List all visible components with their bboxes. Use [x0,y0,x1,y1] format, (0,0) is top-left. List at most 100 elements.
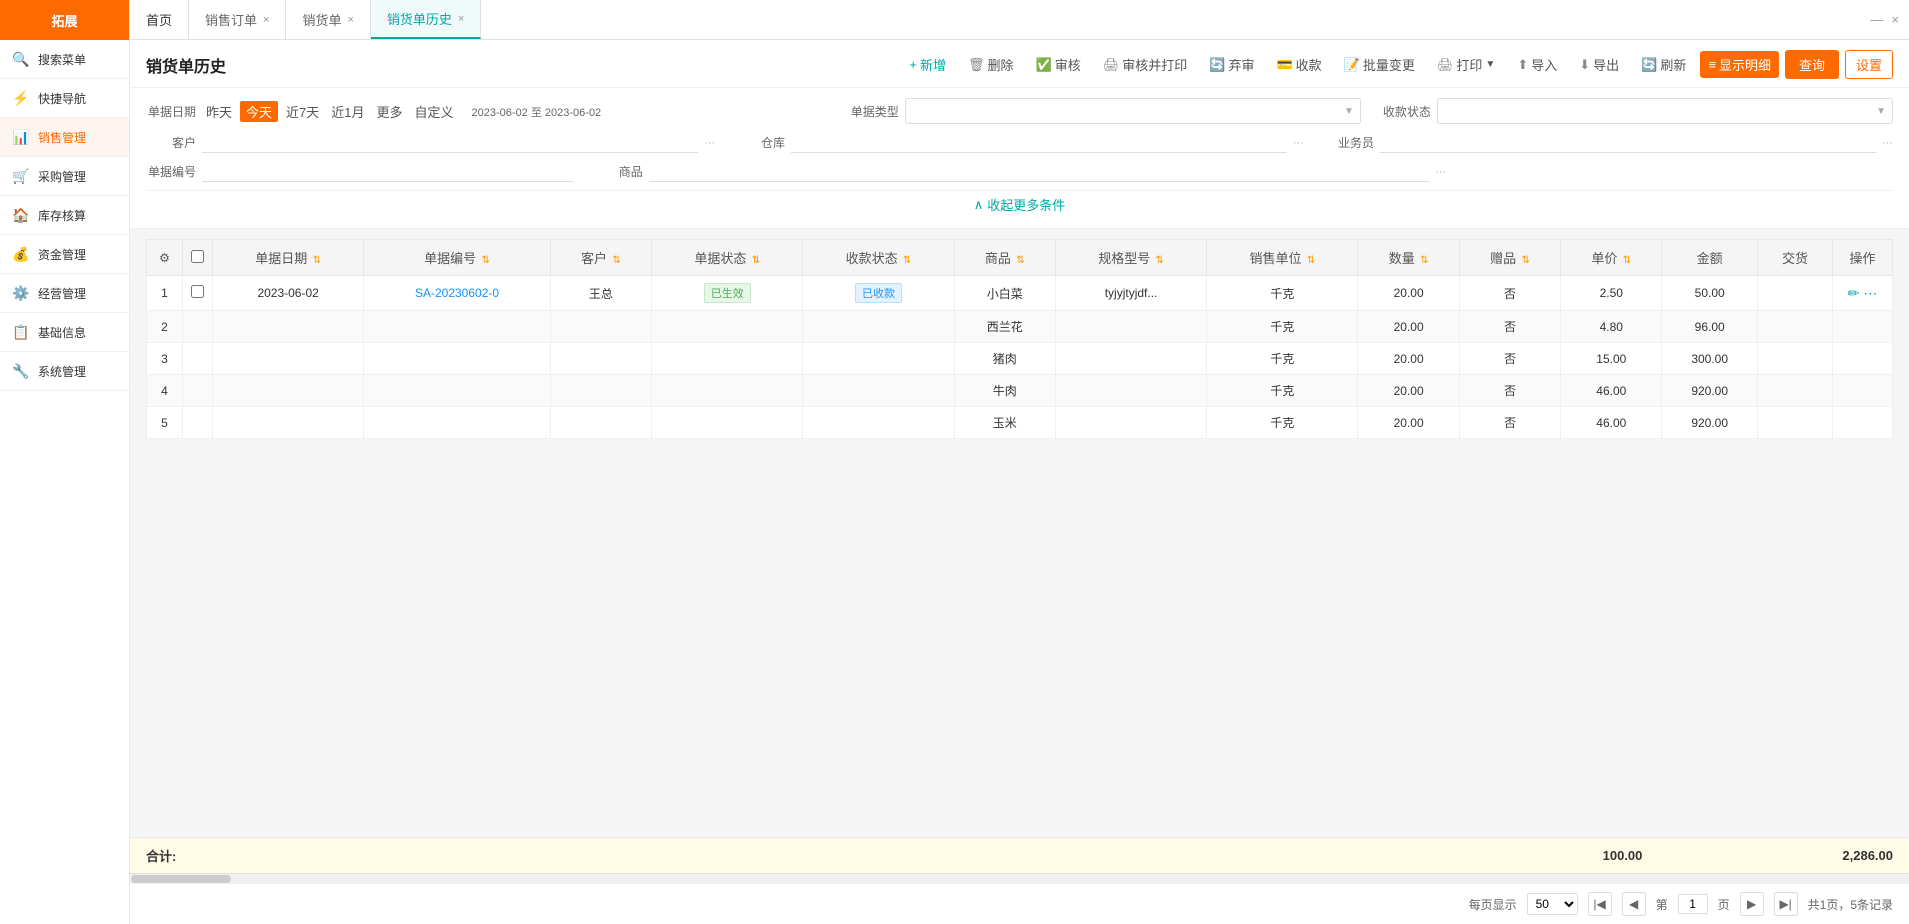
first-page-button[interactable]: |◀ [1588,892,1612,916]
week-shortcut[interactable]: 近7天 [282,101,323,122]
row-select-checkbox[interactable] [191,285,204,298]
filter-row-1: 单据日期 昨天 今天 近7天 近1月 更多 自定义 2023-06-02 至 2… [146,98,1893,124]
row-checkbox-1[interactable] [183,276,213,311]
customer-more-icon[interactable]: ··· [704,137,715,149]
approve-button[interactable]: ✅ 审核 [1028,51,1089,78]
doc-number-input[interactable] [202,161,573,182]
action-col-header: 操作 [1833,240,1893,276]
select-all-checkbox[interactable] [191,250,204,263]
row-checkbox-2 [183,311,213,343]
custom-shortcut[interactable]: 自定义 [411,101,458,122]
row-product-2: 西兰花 [954,311,1055,343]
tab-sales-delivery-close[interactable]: × [347,14,353,26]
query-button[interactable]: 查询 [1785,50,1839,79]
import-button[interactable]: ⬆ 导入 [1509,51,1565,78]
row-index-3: 3 [147,343,183,375]
warehouse-input[interactable] [791,132,1287,153]
page-number-input[interactable] [1678,894,1708,914]
tab-sales-order[interactable]: 销售订单 × [189,0,286,39]
next-page-button[interactable]: ▶ [1740,892,1764,916]
month-shortcut[interactable]: 近1月 [327,101,368,122]
sidebar-item-purchase-mgmt[interactable]: 🛒 采购管理 [0,157,129,196]
spec-type-col-header[interactable]: 规格型号 ⇅ [1055,240,1206,276]
sidebar-item-sales-mgmt[interactable]: 📊 销售管理 [0,118,129,157]
export-button[interactable]: ⬇ 导出 [1571,51,1627,78]
scroll-thumb[interactable] [131,875,231,883]
quantity-sort-icon: ⇅ [1420,255,1428,266]
close-window-button[interactable]: × [1891,12,1899,27]
sidebar-item-ops-mgmt[interactable]: ⚙️ 经营管理 [0,274,129,313]
doc-status-col-header[interactable]: 单据状态 ⇅ [652,240,803,276]
collapse-button[interactable]: ∧ 收起更多条件 [146,190,1893,218]
sidebar-item-finance-mgmt[interactable]: 💰 资金管理 [0,235,129,274]
row-doc-number-2 [364,311,550,343]
print-button[interactable]: 🖨 打印 ▼ [1429,51,1503,78]
approve-print-button[interactable]: 🖨 审核并打印 [1095,51,1196,78]
salesperson-input[interactable] [1380,132,1876,153]
date-range-text: 2023-06-02 至 2023-06-02 [472,104,602,120]
salesperson-more-icon[interactable]: ··· [1882,137,1893,149]
settings-button[interactable]: 设置 [1845,50,1893,79]
sidebar-item-quick-nav[interactable]: ⚡ 快捷导航 [0,79,129,118]
payment-status-col-header[interactable]: 收款状态 ⇅ [803,240,954,276]
more-shortcut[interactable]: 更多 [373,101,407,122]
yesterday-shortcut[interactable]: 昨天 [202,101,236,122]
tab-sales-history-close[interactable]: × [458,13,464,25]
doc-date-col-header[interactable]: 单据日期 ⇅ [213,240,364,276]
edit-icon[interactable]: ✏ [1848,285,1860,302]
per-page-select[interactable]: 50 100 200 [1527,893,1578,915]
doc-number-col-header[interactable]: 单据编号 ⇅ [364,240,550,276]
sales-unit-col-label: 销售单位 [1249,251,1301,266]
product-more-icon[interactable]: ··· [1435,166,1446,178]
customer-col-header[interactable]: 客户 ⇅ [550,240,651,276]
prev-page-button[interactable]: ◀ [1622,892,1646,916]
amount-col-label: 金额 [1697,251,1723,266]
transaction-col-header: 交货 [1757,240,1832,276]
sales-unit-col-header[interactable]: 销售单位 ⇅ [1207,240,1358,276]
sidebar-item-label: 采购管理 [38,168,86,185]
collect-button[interactable]: 💳 收款 [1268,51,1329,78]
row-quantity-2: 20.00 [1358,311,1459,343]
sidebar-item-label: 库存核算 [38,207,86,224]
customer-input[interactable] [202,132,698,153]
gift-col-header[interactable]: 赠品 ⇅ [1459,240,1560,276]
product-col-header[interactable]: 商品 ⇅ [954,240,1055,276]
settings-col-header[interactable]: ⚙ [147,240,183,276]
unit-price-col-header[interactable]: 单价 ⇅ [1561,240,1662,276]
batch-change-button[interactable]: 📝 批量变更 [1336,51,1423,78]
minimize-button[interactable]: — [1870,12,1883,27]
row-doc-number-1[interactable]: SA-20230602-0 [364,276,550,311]
row-checkbox-3 [183,343,213,375]
doc-type-select[interactable]: ▼ [905,98,1361,124]
sidebar-item-system-mgmt[interactable]: 🔧 系统管理 [0,352,129,391]
doc-type-dropdown-icon: ▼ [1344,106,1354,117]
today-shortcut[interactable]: 今天 [240,101,278,122]
sidebar-item-search-menu[interactable]: 🔍 搜索菜单 [0,40,129,79]
tab-sales-history[interactable]: 销货单历史 × [371,0,481,39]
more-icon[interactable]: ⋯ [1863,285,1877,302]
show-detail-button[interactable]: ≡ 显示明细 [1700,51,1779,78]
refresh-button[interactable]: 🔄 刷新 [1633,51,1694,78]
payment-status-select[interactable]: ▼ [1437,98,1893,124]
row-sales-unit-4: 千克 [1207,375,1358,407]
product-input[interactable] [649,161,1430,182]
table-area: ⚙ 单据日期 ⇅ 单据编号 ⇅ 客户 [130,229,1909,837]
abandon-button[interactable]: 🔄 弃审 [1201,51,1262,78]
tab-sales-order-close[interactable]: × [263,14,269,26]
approve-print-icon: 🖨 [1103,57,1120,73]
horizontal-scrollbar[interactable] [130,873,1909,883]
last-page-button[interactable]: ▶| [1774,892,1798,916]
warehouse-more-icon[interactable]: ··· [1293,137,1304,149]
row-gift-3: 否 [1459,343,1560,375]
new-button[interactable]: + 新增 [901,51,954,78]
refresh-icon: 🔄 [1641,57,1657,73]
tab-home[interactable]: 首页 [130,0,189,39]
sidebar-item-basic-info[interactable]: 📋 基础信息 [0,313,129,352]
page-title: 销货单历史 [146,53,226,77]
quantity-col-header[interactable]: 数量 ⇅ [1358,240,1459,276]
row-gift-2: 否 [1459,311,1560,343]
sidebar-item-inventory-calc[interactable]: 🏠 库存核算 [0,196,129,235]
row-customer-3 [550,343,651,375]
tab-sales-delivery[interactable]: 销货单 × [286,0,370,39]
delete-button[interactable]: 🗑 删除 [960,51,1022,78]
